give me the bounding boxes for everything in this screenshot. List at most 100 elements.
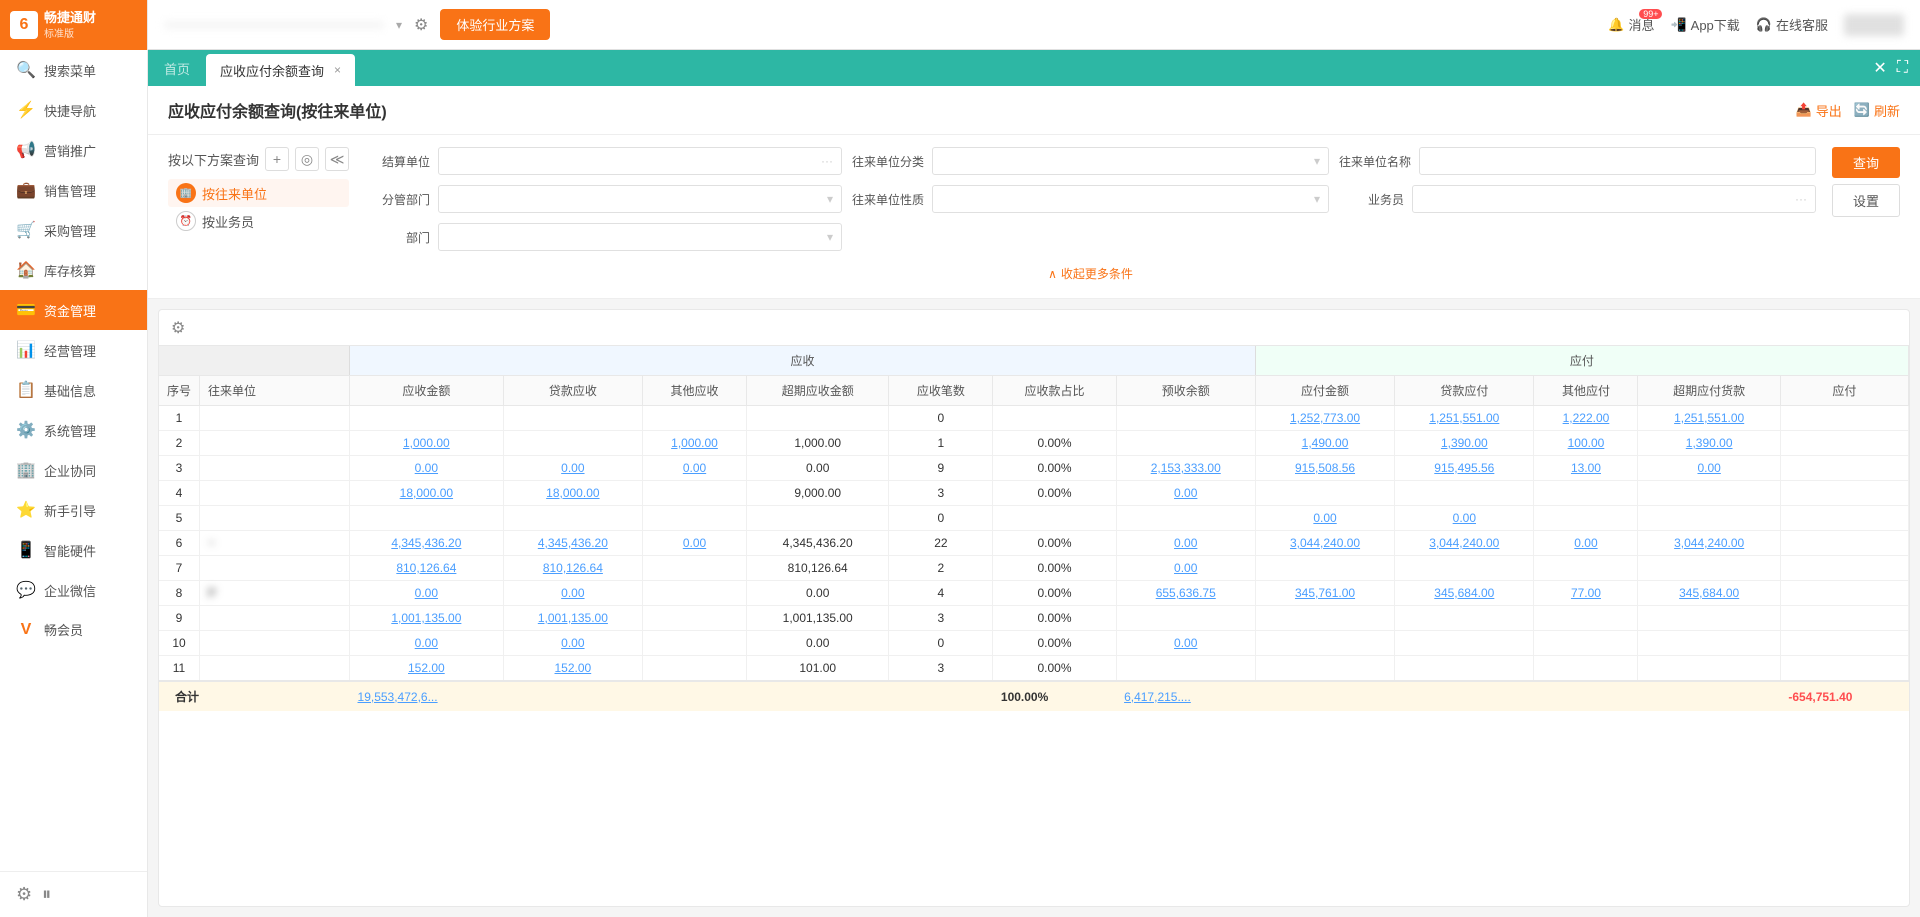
sidebar-item-corp[interactable]: 🏢 企业协同 [0,450,147,490]
td-overdue-pay[interactable]: 345,684.00 [1638,581,1780,606]
tab-home[interactable]: 首页 [148,50,206,86]
tab-current[interactable]: 应收应付余额查询 × [206,54,355,86]
td-pay-amt[interactable]: 915,508.56 [1255,456,1394,481]
td-other-pay[interactable]: 1,222.00 [1534,406,1638,431]
solution-button[interactable]: 体验行业方案 [440,9,550,40]
sidebar-item-sales[interactable]: 💼 销售管理 [0,170,147,210]
filter-collapse-btn[interactable]: ∧ 收起更多条件 [365,259,1816,286]
td-overdue-pay[interactable]: 1,251,551.00 [1638,406,1780,431]
collapse-bottom-btn[interactable]: ⏸ [42,884,51,905]
filter-add-btn[interactable]: + [265,147,289,171]
td-recv-amt[interactable]: 0.00 [350,631,504,656]
topbar-dropdown-arrow[interactable]: ▾ [396,18,402,32]
td-advance-recv[interactable]: 0.00 [1116,481,1255,506]
sidebar-item-basic[interactable]: 📋 基础信息 [0,370,147,410]
set-button[interactable]: 设置 [1832,184,1900,217]
sidebar-item-purchase[interactable]: 🛒 采购管理 [0,210,147,250]
tabbar-close-btn[interactable]: ✕ [1873,58,1886,78]
td-loan-pay[interactable]: 1,390.00 [1395,431,1534,456]
sidebar-item-inventory[interactable]: 🏠 库存核算 [0,250,147,290]
td-overdue-pay[interactable]: 0.00 [1638,456,1780,481]
partner-name-input[interactable] [1419,147,1816,175]
sidebar-item-hardware[interactable]: 📱 智能硬件 [0,530,147,570]
td-loan-recv[interactable]: 152.00 [503,656,642,682]
sidebar-item-quick[interactable]: ⚡ 快捷导航 [0,90,147,130]
td-recv-amt[interactable]: 1,001,135.00 [350,606,504,631]
filter-left-btn[interactable]: ≪ [325,147,349,171]
dept-mgr-select[interactable]: ▾ [438,185,842,213]
td-loan-recv[interactable]: 18,000.00 [503,481,642,506]
td-other-recv[interactable]: 0.00 [643,456,747,481]
filter-target-btn[interactable]: ◎ [295,147,319,171]
td-overdue-pay[interactable]: 1,390.00 [1638,431,1780,456]
dept-select[interactable]: ▾ [438,223,842,251]
td-other-pay[interactable]: 13.00 [1534,456,1638,481]
tfoot-label: 合计 [159,681,350,711]
td-pay-amt[interactable]: 345,761.00 [1255,581,1394,606]
td-loan-recv[interactable]: 1,001,135.00 [503,606,642,631]
td-other-pay[interactable]: 77.00 [1534,581,1638,606]
td-loan-pay[interactable]: 1,251,551.00 [1395,406,1534,431]
td-other-recv[interactable]: 1,000.00 [643,431,747,456]
settlement-unit-input[interactable]: ··· [438,147,842,175]
td-pay-amt[interactable]: 1,252,773.00 [1255,406,1394,431]
tfoot-advance-recv[interactable]: 6,417,215.... [1116,681,1255,711]
partner-nature-select[interactable]: ▾ [932,185,1329,213]
refresh-button[interactable]: 🔄 刷新 [1854,101,1900,120]
td-recv-amt[interactable]: 0.00 [350,581,504,606]
partner-category-select[interactable]: ▾ [932,147,1329,175]
filter-nav-partner[interactable]: 🏢 按往来单位 [168,179,349,207]
salesperson-input[interactable]: ··· [1412,185,1816,213]
td-advance-recv[interactable]: 0.00 [1116,531,1255,556]
td-loan-recv[interactable]: 0.00 [503,581,642,606]
td-pay-amt[interactable]: 0.00 [1255,506,1394,531]
td-recv-amt[interactable]: 18,000.00 [350,481,504,506]
table-scroll[interactable]: 应收 应付 序号 往来单位 应收金额 贷款应收 其他应收 超期应收金额 应收笔数… [159,346,1909,906]
td-loan-recv[interactable]: 810,126.64 [503,556,642,581]
td-advance-recv[interactable]: 655,636.75 [1116,581,1255,606]
td-advance-recv[interactable]: 0.00 [1116,631,1255,656]
tabbar-expand-btn[interactable]: ⛶ [1897,59,1908,77]
settlement-unit-label: 结算单位 [365,153,430,170]
td-recv-amt[interactable]: 1,000.00 [350,431,504,456]
tab-close-icon[interactable]: × [334,63,341,77]
sidebar-item-finance[interactable]: 💳 资金管理 [0,290,147,330]
sidebar-item-wechat[interactable]: 💬 企业微信 [0,570,147,610]
sidebar-item-marketing[interactable]: 📢 营销推广 [0,130,147,170]
sidebar-item-member[interactable]: V 畅会员 [0,610,147,649]
td-other-pay[interactable]: 0.00 [1534,531,1638,556]
td-recv-amt[interactable]: 152.00 [350,656,504,682]
td-other-pay[interactable]: 100.00 [1534,431,1638,456]
td-loan-pay[interactable]: 345,684.00 [1395,581,1534,606]
td-recv-amt[interactable]: 0.00 [350,456,504,481]
sidebar-item-system[interactable]: ⚙️ 系统管理 [0,410,147,450]
td-pay-amt[interactable]: 1,490.00 [1255,431,1394,456]
td-recv-amt[interactable]: 810,126.64 [350,556,504,581]
td-overdue-pay[interactable]: 3,044,240.00 [1638,531,1780,556]
topbar-app-download[interactable]: 📲 App下载 [1670,15,1739,34]
topbar-online-service[interactable]: 🎧 在线客服 [1756,15,1828,34]
topbar-gear-icon[interactable]: ⚙ [414,15,428,35]
td-loan-pay[interactable]: 0.00 [1395,506,1534,531]
td-advance-recv[interactable]: 2,153,333.00 [1116,456,1255,481]
td-loan-recv[interactable]: 4,345,436.20 [503,531,642,556]
topbar-messages[interactable]: 🔔 消息 99+ [1608,15,1654,34]
td-advance-recv[interactable]: 0.00 [1116,556,1255,581]
settings-bottom-btn[interactable]: ⚙ [16,884,32,905]
sidebar-item-search[interactable]: 🔍 搜索菜单 [0,50,147,90]
query-button[interactable]: 查询 [1832,147,1900,178]
td-other-recv[interactable]: 0.00 [643,531,747,556]
table-settings-icon[interactable]: ⚙ [171,318,185,338]
filter-nav-salesperson[interactable]: ⏰ 按业务员 [168,207,349,235]
td-recv-amt[interactable]: 4,345,436.20 [350,531,504,556]
tfoot-recv-amt[interactable]: 19,553,472,6... [350,681,504,711]
td-loan-pay[interactable]: 915,495.56 [1395,456,1534,481]
td-loan-pay[interactable]: 3,044,240.00 [1395,531,1534,556]
sidebar-item-guide[interactable]: ⭐ 新手引导 [0,490,147,530]
td-loan-recv[interactable]: 0.00 [503,631,642,656]
td-loan-recv[interactable]: 0.00 [503,456,642,481]
sidebar-item-ops[interactable]: 📊 经营管理 [0,330,147,370]
export-button[interactable]: 📤 导出 [1796,101,1842,120]
td-pay-amt[interactable]: 3,044,240.00 [1255,531,1394,556]
topbar-user[interactable] [1844,14,1904,36]
